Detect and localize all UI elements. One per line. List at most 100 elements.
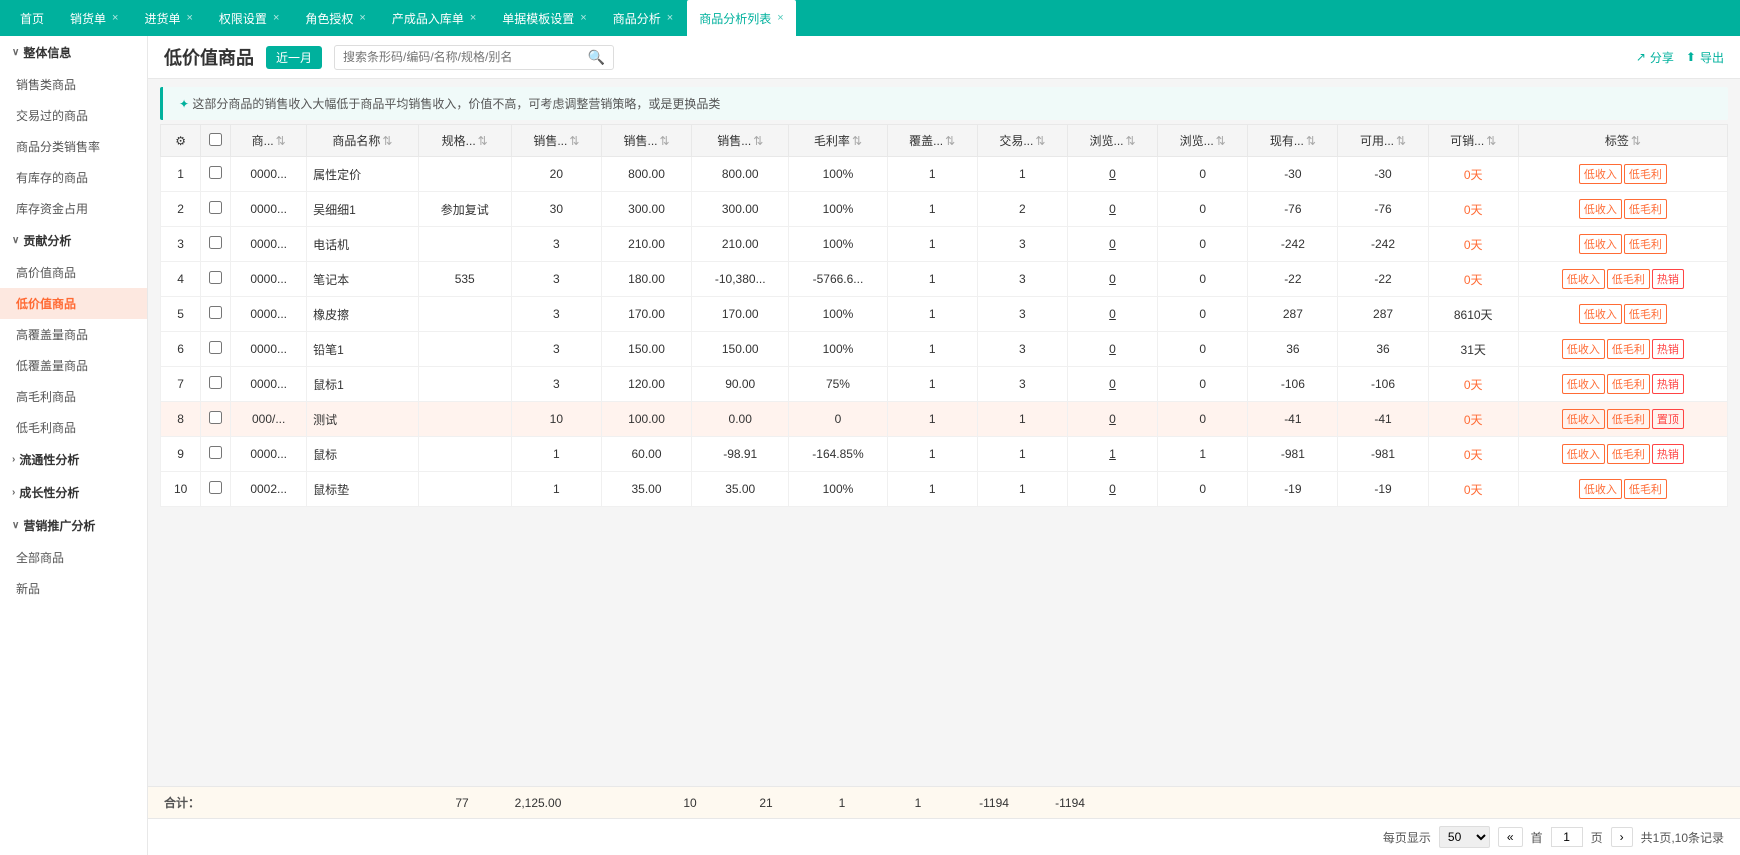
view-link[interactable]: 0 (1109, 342, 1116, 356)
view-link[interactable]: 0 (1109, 272, 1116, 286)
col-settings[interactable]: ⚙ (161, 125, 201, 157)
sidebar-item-high-value[interactable]: 高价值商品 (0, 257, 147, 288)
nav-item-warehouse[interactable]: 产成品入库单 × (380, 0, 488, 36)
page-size-select[interactable]: 501020100 (1439, 826, 1490, 848)
col-sales-amt[interactable]: 销售...⇅ (601, 125, 691, 157)
close-icon[interactable]: × (580, 12, 586, 24)
col-trade[interactable]: 交易...⇅ (977, 125, 1067, 157)
row-sales-qty: 3 (511, 227, 601, 262)
col-code[interactable]: 商...⇅ (231, 125, 307, 157)
col-coverage[interactable]: 覆盖...⇅ (887, 125, 977, 157)
share-button[interactable]: ↗ 分享 (1636, 49, 1674, 66)
tag: 热销 (1652, 269, 1684, 289)
row-view1: 0 (1067, 472, 1157, 507)
row-stock-available: -41 (1338, 402, 1428, 437)
sidebar-item-traded-goods[interactable]: 交易过的商品 (0, 100, 147, 131)
view-link[interactable]: 0 (1109, 202, 1116, 216)
view-link[interactable]: 0 (1109, 167, 1116, 181)
sidebar-item-category-rate[interactable]: 商品分类销售率 (0, 131, 147, 162)
row-sales-amt: 170.00 (601, 297, 691, 332)
row-stock-current: -19 (1248, 472, 1338, 507)
row-checkbox[interactable] (209, 166, 222, 179)
sidebar-item-new-goods[interactable]: 新品 (0, 573, 147, 604)
tag: 低毛利 (1624, 164, 1667, 184)
sidebar-item-stock-capital[interactable]: 库存资金占用 (0, 193, 147, 224)
nav-item-analysis[interactable]: 商品分析 × (601, 0, 685, 36)
close-icon[interactable]: × (777, 12, 783, 24)
page-number-input[interactable] (1551, 827, 1583, 847)
chevron-down-icon: ∨ (12, 520, 19, 531)
sidebar-item-all-goods[interactable]: 全部商品 (0, 542, 147, 573)
sidebar-group-circulation[interactable]: › 流通性分析 (0, 443, 147, 476)
nav-item-purchase[interactable]: 进货单 × (132, 0, 204, 36)
row-checkbox[interactable] (209, 271, 222, 284)
col-sales-price[interactable]: 销售...⇅ (692, 125, 789, 157)
table-row: 7 0000... 鼠标1 3 120.00 90.00 75% 1 3 0 0… (161, 367, 1728, 402)
close-icon[interactable]: × (667, 12, 673, 24)
col-sales-qty[interactable]: 销售...⇅ (511, 125, 601, 157)
row-coverage: 1 (887, 472, 977, 507)
nav-item-templates[interactable]: 单据模板设置 × (490, 0, 598, 36)
sidebar-item-stocked-goods[interactable]: 有库存的商品 (0, 162, 147, 193)
view-link[interactable]: 0 (1109, 377, 1116, 391)
row-days: 8610天 (1428, 297, 1518, 332)
col-spec[interactable]: 规格...⇅ (418, 125, 511, 157)
close-icon[interactable]: × (186, 12, 192, 24)
sidebar-item-high-coverage[interactable]: 高覆盖量商品 (0, 319, 147, 350)
search-icon[interactable]: 🔍 (588, 49, 605, 66)
view-link[interactable]: 0 (1109, 412, 1116, 426)
nav-item-home[interactable]: 首页 (8, 0, 56, 36)
first-page-button[interactable]: « (1498, 827, 1523, 847)
sidebar-item-low-value[interactable]: 低价值商品 (0, 288, 147, 319)
row-checkbox[interactable] (209, 411, 222, 424)
view-link[interactable]: 0 (1109, 307, 1116, 321)
nav-item-sales[interactable]: 销货单 × (58, 0, 130, 36)
col-stock-available[interactable]: 可用...⇅ (1338, 125, 1428, 157)
nav-item-permissions[interactable]: 权限设置 × (207, 0, 291, 36)
row-checkbox[interactable] (209, 341, 222, 354)
row-checkbox[interactable] (209, 306, 222, 319)
col-view2[interactable]: 浏览...⇅ (1158, 125, 1248, 157)
row-checkbox[interactable] (209, 236, 222, 249)
row-trade: 3 (977, 227, 1067, 262)
nav-item-roles[interactable]: 角色授权 × (293, 0, 377, 36)
select-all-checkbox[interactable] (209, 133, 222, 146)
sidebar-item-sales-goods[interactable]: 销售类商品 (0, 69, 147, 100)
export-button[interactable]: ⬆ 导出 (1686, 49, 1724, 66)
col-tags[interactable]: 标签⇅ (1518, 125, 1727, 157)
next-page-button[interactable]: › (1611, 827, 1633, 847)
search-input[interactable] (343, 50, 584, 64)
row-trade: 3 (977, 297, 1067, 332)
row-checkbox-cell (201, 262, 231, 297)
sidebar-group-growth[interactable]: › 成长性分析 (0, 476, 147, 509)
nav-item-analysis-list[interactable]: 商品分析列表 × (687, 0, 795, 36)
sidebar-item-low-coverage[interactable]: 低覆盖量商品 (0, 350, 147, 381)
col-name[interactable]: 商品名称⇅ (307, 125, 419, 157)
row-checkbox[interactable] (209, 376, 222, 389)
close-icon[interactable]: × (112, 12, 118, 24)
close-icon[interactable]: × (273, 12, 279, 24)
row-view1: 0 (1067, 332, 1157, 367)
row-days: 0天 (1428, 192, 1518, 227)
row-trade: 3 (977, 332, 1067, 367)
col-stock-saleable[interactable]: 可销...⇅ (1428, 125, 1518, 157)
col-margin[interactable]: 毛利率⇅ (789, 125, 887, 157)
row-coverage: 1 (887, 157, 977, 192)
col-view1[interactable]: 浏览...⇅ (1067, 125, 1157, 157)
view-link[interactable]: 0 (1109, 482, 1116, 496)
view-link[interactable]: 0 (1109, 237, 1116, 251)
view-link[interactable]: 1 (1109, 447, 1116, 461)
sidebar-item-high-margin[interactable]: 高毛利商品 (0, 381, 147, 412)
col-checkbox[interactable] (201, 125, 231, 157)
footer-stock-current: -1194 (964, 796, 1024, 810)
close-icon[interactable]: × (359, 12, 365, 24)
sidebar-item-low-margin[interactable]: 低毛利商品 (0, 412, 147, 443)
info-banner: ✦ 这部分商品的销售收入大幅低于商品平均销售收入，价值不高，可考虑调整营销策略，… (160, 87, 1728, 120)
row-checkbox[interactable] (209, 481, 222, 494)
col-stock-current[interactable]: 现有...⇅ (1248, 125, 1338, 157)
close-icon[interactable]: × (470, 12, 476, 24)
row-code: 0000... (231, 262, 307, 297)
row-checkbox[interactable] (209, 201, 222, 214)
time-filter-button[interactable]: 近一月 (266, 46, 322, 69)
row-checkbox[interactable] (209, 446, 222, 459)
